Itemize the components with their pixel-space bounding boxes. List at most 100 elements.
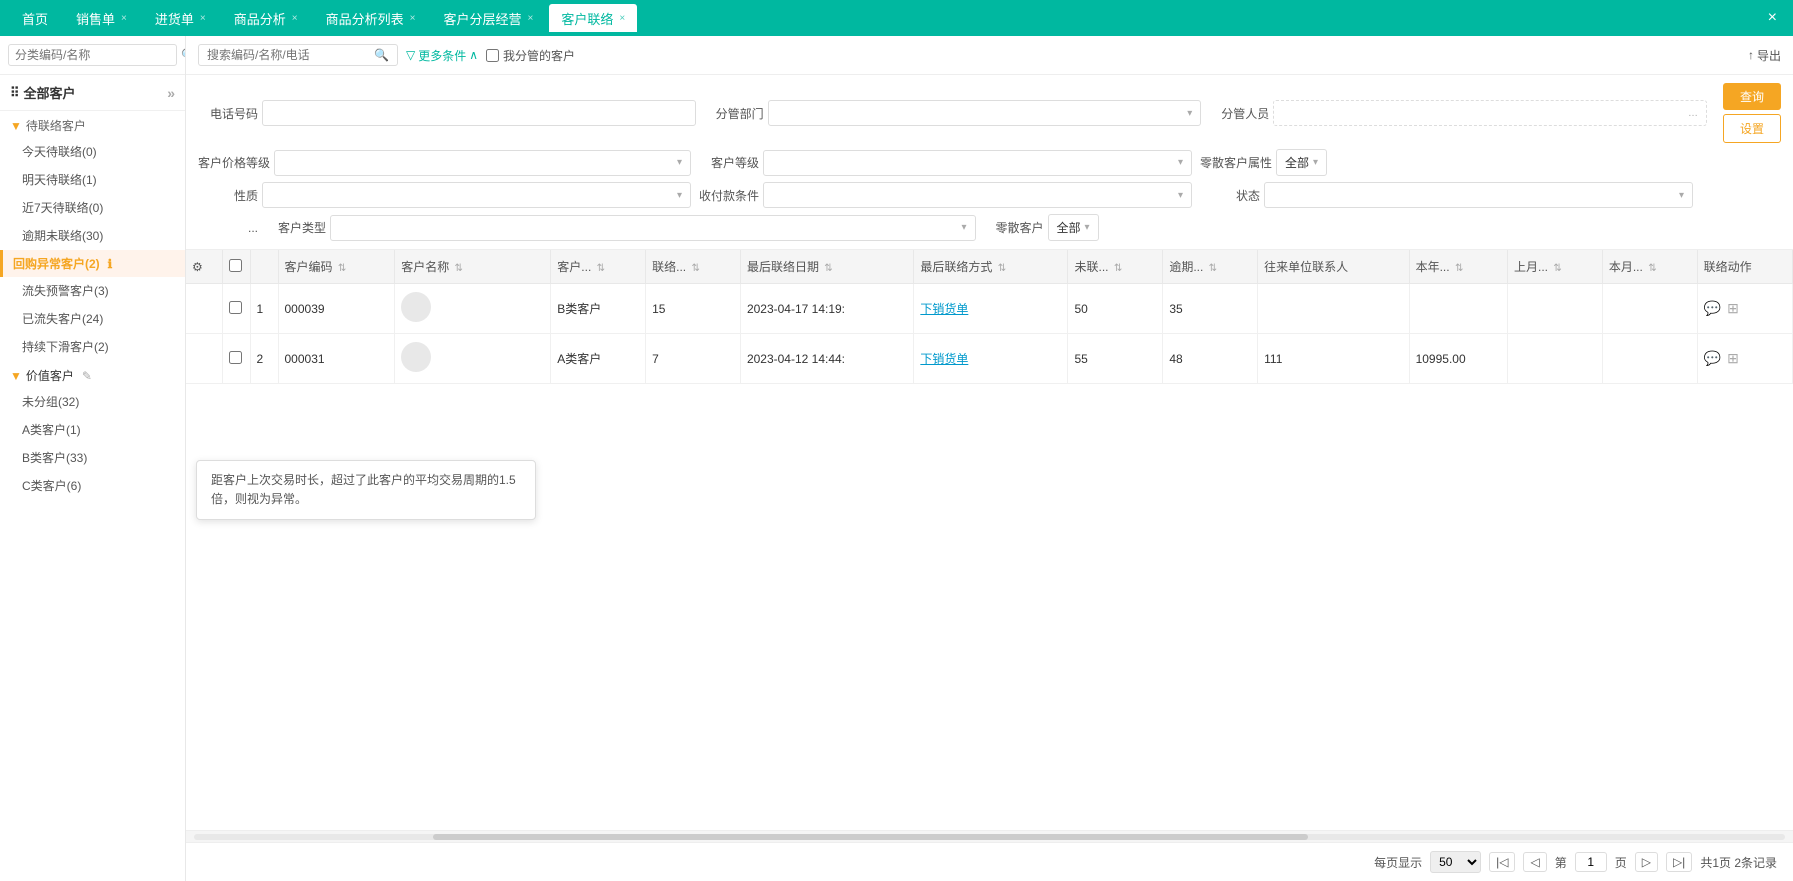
row1-last-method[interactable]: 下销货单 [920, 302, 968, 316]
tab-goods-analysis-close[interactable]: × [292, 13, 298, 24]
row1-more-icon[interactable]: ⊞ [1727, 300, 1739, 317]
chevron-down-icon: ∧ [469, 48, 478, 62]
retail-attr-select[interactable]: 全部 ▾ [1276, 149, 1327, 176]
select-all-checkbox[interactable] [229, 259, 242, 272]
cell-contact-2: 7 [646, 334, 741, 384]
col-last-month[interactable]: 上月... ⇅ [1508, 250, 1603, 284]
col-overdue[interactable]: 逾期... ⇅ [1163, 250, 1258, 284]
sidebar-search-input[interactable] [8, 44, 177, 66]
tab-customer-layers[interactable]: 客户分层经营 × [431, 4, 545, 32]
col-this-month[interactable]: 本月... ⇅ [1602, 250, 1697, 284]
settings-btn[interactable]: 设置 [1723, 114, 1781, 143]
tab-sales-close[interactable]: × [121, 13, 127, 24]
filter-price-level: 客户价格等级 ▾ [198, 150, 691, 176]
row1-num: 1 [257, 302, 264, 316]
tab-customer-contact[interactable]: 客户联络 × [549, 4, 637, 32]
dept-select[interactable]: ▾ [768, 100, 1202, 126]
status-select[interactable]: ▾ [1264, 182, 1693, 208]
tab-home[interactable]: 首页 [10, 4, 60, 32]
value-customer-edit-icon[interactable]: ✎ [82, 369, 92, 383]
tab-goods-list-close[interactable]: × [410, 13, 416, 24]
cell-actions-2: 💬 ⊞ [1697, 334, 1792, 384]
sidebar-item-today[interactable]: 今天待联络(0) [0, 138, 185, 166]
row1-checkbox[interactable] [229, 301, 242, 314]
tab-sales-label: 销售单 [76, 9, 115, 28]
sidebar-collapse-btn[interactable]: » [167, 85, 175, 101]
gender-arrow-icon: ▾ [677, 190, 682, 201]
value-customer-group[interactable]: ▼ 价值客户 ✎ [0, 361, 185, 388]
sidebar-item-overdue[interactable]: 逾期未联络(30) [0, 222, 185, 250]
pending-contact-group[interactable]: ▼ 待联络客户 [0, 111, 185, 138]
tab-customer-layers-close[interactable]: × [527, 13, 533, 24]
last-page-btn[interactable]: ▷| [1666, 852, 1692, 872]
col-cust-level[interactable]: 客户... ⇅ [551, 250, 646, 284]
col-cust-level-sort-icon: ⇅ [597, 263, 605, 274]
price-level-select[interactable]: ▾ [274, 150, 691, 176]
scroll-thumb[interactable] [433, 834, 1308, 840]
cust-type-select[interactable]: ▾ [330, 215, 976, 241]
sidebar-item-lost[interactable]: 已流失客户(24) [0, 305, 185, 333]
cell-last-month-1 [1508, 284, 1603, 334]
payment-select[interactable]: ▾ [763, 182, 1192, 208]
sidebar-item-7days[interactable]: 近7天待联络(0) [0, 194, 185, 222]
row2-checkbox[interactable] [229, 351, 242, 364]
col-last-month-label: 上月... [1514, 260, 1548, 274]
cell-last-method-1: 下销货单 [914, 284, 1068, 334]
export-btn[interactable]: ↑ 导出 [1748, 47, 1781, 64]
sidebar-item-c-class[interactable]: C类客户(6) [0, 472, 185, 500]
col-last-contact-method[interactable]: 最后联络方式 ⇅ [914, 250, 1068, 284]
filter-cust-type: 客户类型 ▾ [266, 215, 976, 241]
page-number-input[interactable] [1575, 852, 1607, 872]
sidebar-item-loss-warning[interactable]: 流失预警客户(3) [0, 277, 185, 305]
horizontal-scrollbar[interactable] [186, 830, 1793, 842]
col-code[interactable]: 客户编码 ⇅ [278, 250, 395, 284]
row1-no-contact: 50 [1074, 302, 1087, 316]
col-overdue-label: 逾期... [1169, 260, 1203, 274]
sidebar-item-tomorrow[interactable]: 明天待联络(1) [0, 166, 185, 194]
tab-customer-contact-close[interactable]: × [619, 13, 625, 24]
action-buttons: 查询 设置 [1723, 83, 1781, 143]
tab-purchase-close[interactable]: × [200, 13, 206, 24]
tab-sales[interactable]: 销售单 × [64, 4, 139, 32]
sidebar-item-repurchase-abnormal[interactable]: 回购异常客户(2) ℹ [0, 250, 185, 277]
per-page-select[interactable]: 50 20 100 [1430, 851, 1481, 873]
tab-goods-list[interactable]: 商品分析列表 × [314, 4, 428, 32]
tab-goods-analysis[interactable]: 商品分析 × [222, 4, 310, 32]
cust-level-select[interactable]: ▾ [763, 150, 1192, 176]
cell-cb-1 [222, 284, 250, 334]
main-search-icon[interactable]: 🔍 [374, 48, 389, 62]
row2-last-method[interactable]: 下销货单 [920, 352, 968, 366]
query-btn[interactable]: 查询 [1723, 83, 1781, 110]
retail-cust-select[interactable]: 全部 ▾ [1048, 214, 1099, 241]
phone-label: 电话号码 [198, 105, 258, 122]
col-last-contact-date[interactable]: 最后联络日期 ⇅ [740, 250, 913, 284]
col-no-contact[interactable]: 未联... ⇅ [1068, 250, 1163, 284]
window-close-btn[interactable]: × [1762, 7, 1783, 29]
main-search-input[interactable] [207, 48, 370, 62]
sidebar-item-b-class[interactable]: B类客户(33) [0, 444, 185, 472]
table-area: 距客户上次交易时长，超过了此客户的平均交易周期的1.5倍，则视为异常。 ⚙ 客户… [186, 250, 1793, 830]
next-page-btn[interactable]: ▷ [1635, 852, 1658, 872]
sidebar-item-declining[interactable]: 持续下滑客户(2) [0, 333, 185, 361]
row1-message-icon[interactable]: 💬 [1704, 300, 1721, 317]
tab-customer-contact-label: 客户联络 [561, 9, 613, 28]
sidebar-item-ungrouped[interactable]: 未分组(32) [0, 388, 185, 416]
tab-purchase[interactable]: 进货单 × [143, 4, 218, 32]
phone-input[interactable] [262, 100, 696, 126]
col-this-year[interactable]: 本年... ⇅ [1409, 250, 1507, 284]
row2-message-icon[interactable]: 💬 [1704, 350, 1721, 367]
cell-name-1 [395, 284, 551, 334]
col-name[interactable]: 客户名称 ⇅ [395, 250, 551, 284]
col-contact[interactable]: 联络... ⇅ [646, 250, 741, 284]
more-conditions-btn[interactable]: ▽ 更多条件 ∧ [406, 47, 478, 64]
sidebar-item-a-class[interactable]: A类客户(1) [0, 416, 185, 444]
first-page-btn[interactable]: |◁ [1489, 852, 1515, 872]
filter-person: 分管人员 … [1209, 100, 1707, 126]
all-customers-header[interactable]: ⠿ 全部客户 » [0, 75, 185, 111]
person-select[interactable]: … [1273, 100, 1707, 126]
row2-more-icon[interactable]: ⊞ [1727, 350, 1739, 367]
col-settings[interactable]: ⚙ [186, 250, 222, 284]
gender-select[interactable]: ▾ [262, 182, 691, 208]
my-customers-checkbox[interactable] [486, 49, 499, 62]
prev-page-btn[interactable]: ◁ [1523, 852, 1546, 872]
